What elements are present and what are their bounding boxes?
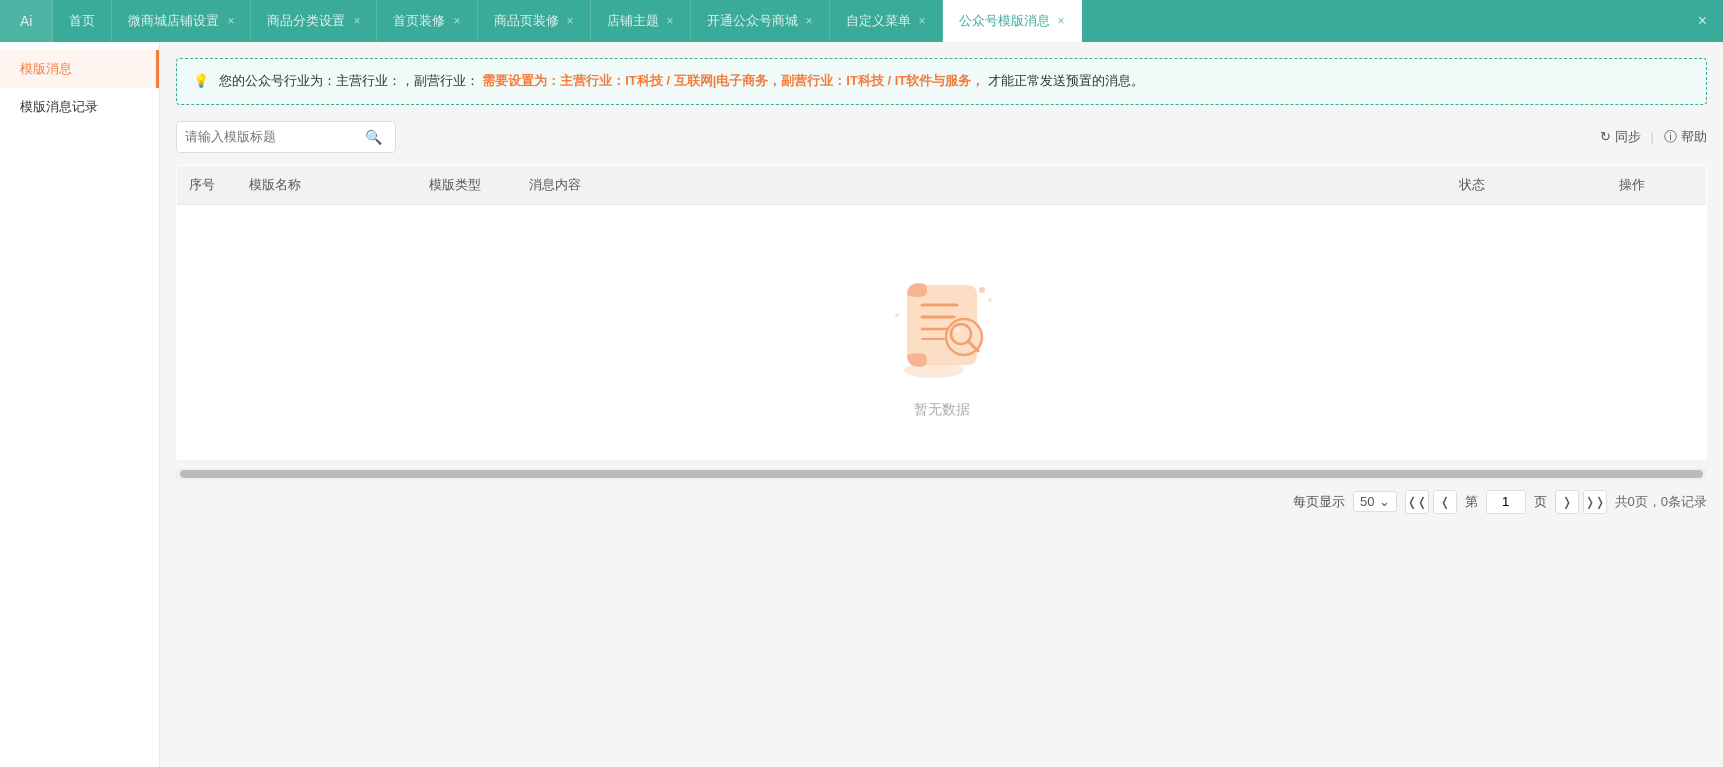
notice-highlight: 需要设置为：主营行业：IT科技 / 互联网|电子商务，副营行业：IT科技 / I… <box>482 73 984 88</box>
tab-custom-menu[interactable]: 自定义菜单 × <box>830 0 943 42</box>
empty-text: 暂无数据 <box>914 401 970 419</box>
empty-illustration <box>882 265 1002 385</box>
tab-shop-theme[interactable]: 店铺主题 × <box>591 0 691 42</box>
tab-label-template-msg: 公众号模版消息 <box>959 12 1050 30</box>
sidebar-item-template-msg[interactable]: 模版消息 <box>0 50 159 88</box>
tab-close-product-decor[interactable]: × <box>567 14 574 28</box>
sidebar: 模版消息模版消息记录 <box>0 42 160 767</box>
tabs-container: 首页微商城店铺设置×商品分类设置×首页装修×商品页装修×店铺主题×开通公众号商城… <box>53 0 1681 42</box>
col-header-name: 模版名称 <box>237 165 417 204</box>
help-label: 帮助 <box>1681 128 1707 146</box>
tab-bar: Ai 首页微商城店铺设置×商品分类设置×首页装修×商品页装修×店铺主题×开通公众… <box>0 0 1723 42</box>
table-body: 暂无数据 <box>177 204 1707 459</box>
svg-point-8 <box>954 327 960 333</box>
tab-label-shop-theme: 店铺主题 <box>607 12 659 30</box>
page-unit: 页 <box>1534 493 1547 511</box>
next-page-button[interactable]: ❭ <box>1555 490 1579 514</box>
sidebar-item-template-msg-log[interactable]: 模版消息记录 <box>0 88 159 126</box>
notice-suffix: 才能正常发送预置的消息。 <box>988 73 1144 88</box>
empty-state: 暂无数据 <box>177 205 1706 459</box>
sync-icon: ↻ <box>1600 129 1611 144</box>
tab-open-mall[interactable]: 开通公众号商城 × <box>691 0 830 42</box>
tab-label-shop-settings: 微商城店铺设置 <box>128 12 219 30</box>
tab-template-msg[interactable]: 公众号模版消息 × <box>943 0 1082 42</box>
tab-close-product-category[interactable]: × <box>353 14 360 28</box>
prev-page-button[interactable]: ❬ <box>1433 490 1457 514</box>
sidebar-label-template-msg: 模版消息 <box>20 60 72 78</box>
tab-close-custom-menu[interactable]: × <box>919 14 926 28</box>
svg-point-9 <box>979 287 985 293</box>
page-size-select[interactable]: 50 ⌄ <box>1353 491 1396 512</box>
toolbar-right: ↻ 同步 | ⓘ 帮助 <box>1600 128 1707 146</box>
tab-label-product-decor: 商品页装修 <box>494 12 559 30</box>
tab-close-template-msg[interactable]: × <box>1058 14 1065 28</box>
table-header: 序号模版名称模版类型消息内容状态操作 <box>177 165 1707 204</box>
search-icon[interactable]: 🔍 <box>365 129 382 145</box>
svg-point-10 <box>988 298 992 302</box>
search-row: 🔍 ↻ 同步 | ⓘ 帮助 <box>176 121 1707 153</box>
sidebar-items: 模版消息模版消息记录 <box>0 50 159 126</box>
page-label: 第 <box>1465 493 1478 511</box>
logo-text: Ai <box>20 13 32 29</box>
pagination-row: 每页显示 50 ⌄ ❬❬ ❬ 第 页 ❭ ❭❭ 共0页，0条记录 <box>176 490 1707 514</box>
tab-close-home-decor[interactable]: × <box>453 14 460 28</box>
tab-home-decor[interactable]: 首页装修 × <box>377 0 477 42</box>
col-header-status: 状态 <box>1447 165 1607 204</box>
tab-home[interactable]: 首页 <box>53 0 112 42</box>
data-table: 序号模版名称模版类型消息内容状态操作 <box>176 165 1707 460</box>
tab-product-category[interactable]: 商品分类设置 × <box>251 0 377 42</box>
tab-close-open-mall[interactable]: × <box>806 14 813 28</box>
app-logo: Ai <box>0 0 53 42</box>
help-button[interactable]: ⓘ 帮助 <box>1664 128 1707 146</box>
tab-product-decor[interactable]: 商品页装修 × <box>478 0 591 42</box>
col-header-seq: 序号 <box>177 165 237 204</box>
col-header-content: 消息内容 <box>517 165 1447 204</box>
scrollbar-thumb[interactable] <box>180 470 1703 478</box>
notice-icon: 💡 <box>193 73 209 88</box>
tab-label-open-mall: 开通公众号商城 <box>707 12 798 30</box>
search-input[interactable] <box>185 129 365 144</box>
main-layout: 模版消息模版消息记录 💡 您的公众号行业为：主营行业：，副营行业： 需要设置为：… <box>0 42 1723 767</box>
empty-row: 暂无数据 <box>177 204 1707 459</box>
notice-prefix: 您的公众号行业为：主营行业：，副营行业： <box>219 73 479 88</box>
global-close-button[interactable]: × <box>1682 12 1723 30</box>
col-header-type: 模版类型 <box>417 165 517 204</box>
tab-label-home: 首页 <box>69 12 95 30</box>
page-nav: ❬❬ ❬ 第 页 ❭ ❭❭ <box>1405 490 1607 514</box>
table-header-row: 序号模版名称模版类型消息内容状态操作 <box>177 165 1707 204</box>
notice-box: 💡 您的公众号行业为：主营行业：，副营行业： 需要设置为：主营行业：IT科技 /… <box>176 58 1707 105</box>
help-icon: ⓘ <box>1664 128 1677 146</box>
page-size-value: 50 <box>1360 494 1374 509</box>
tab-shop-settings[interactable]: 微商城店铺设置 × <box>112 0 251 42</box>
tab-label-custom-menu: 自定义菜单 <box>846 12 911 30</box>
last-page-button[interactable]: ❭❭ <box>1583 490 1607 514</box>
col-header-action: 操作 <box>1607 165 1707 204</box>
search-input-wrap[interactable]: 🔍 <box>176 121 396 153</box>
page-size-chevron: ⌄ <box>1379 494 1390 509</box>
tab-close-shop-theme[interactable]: × <box>667 14 674 28</box>
page-input[interactable] <box>1486 490 1526 514</box>
horizontal-scrollbar[interactable] <box>176 468 1707 480</box>
content-area: 💡 您的公众号行业为：主营行业：，副营行业： 需要设置为：主营行业：IT科技 /… <box>160 42 1723 767</box>
sidebar-label-template-msg-log: 模版消息记录 <box>20 98 98 116</box>
sync-button[interactable]: ↻ 同步 <box>1600 128 1641 146</box>
tab-close-shop-settings[interactable]: × <box>227 14 234 28</box>
toolbar-divider: | <box>1651 129 1654 144</box>
tab-label-home-decor: 首页装修 <box>393 12 445 30</box>
sync-label: 同步 <box>1615 128 1641 146</box>
tab-label-product-category: 商品分类设置 <box>267 12 345 30</box>
page-size-label: 每页显示 <box>1293 493 1345 511</box>
total-info: 共0页，0条记录 <box>1615 493 1707 511</box>
first-page-button[interactable]: ❬❬ <box>1405 490 1429 514</box>
svg-point-11 <box>895 313 899 317</box>
